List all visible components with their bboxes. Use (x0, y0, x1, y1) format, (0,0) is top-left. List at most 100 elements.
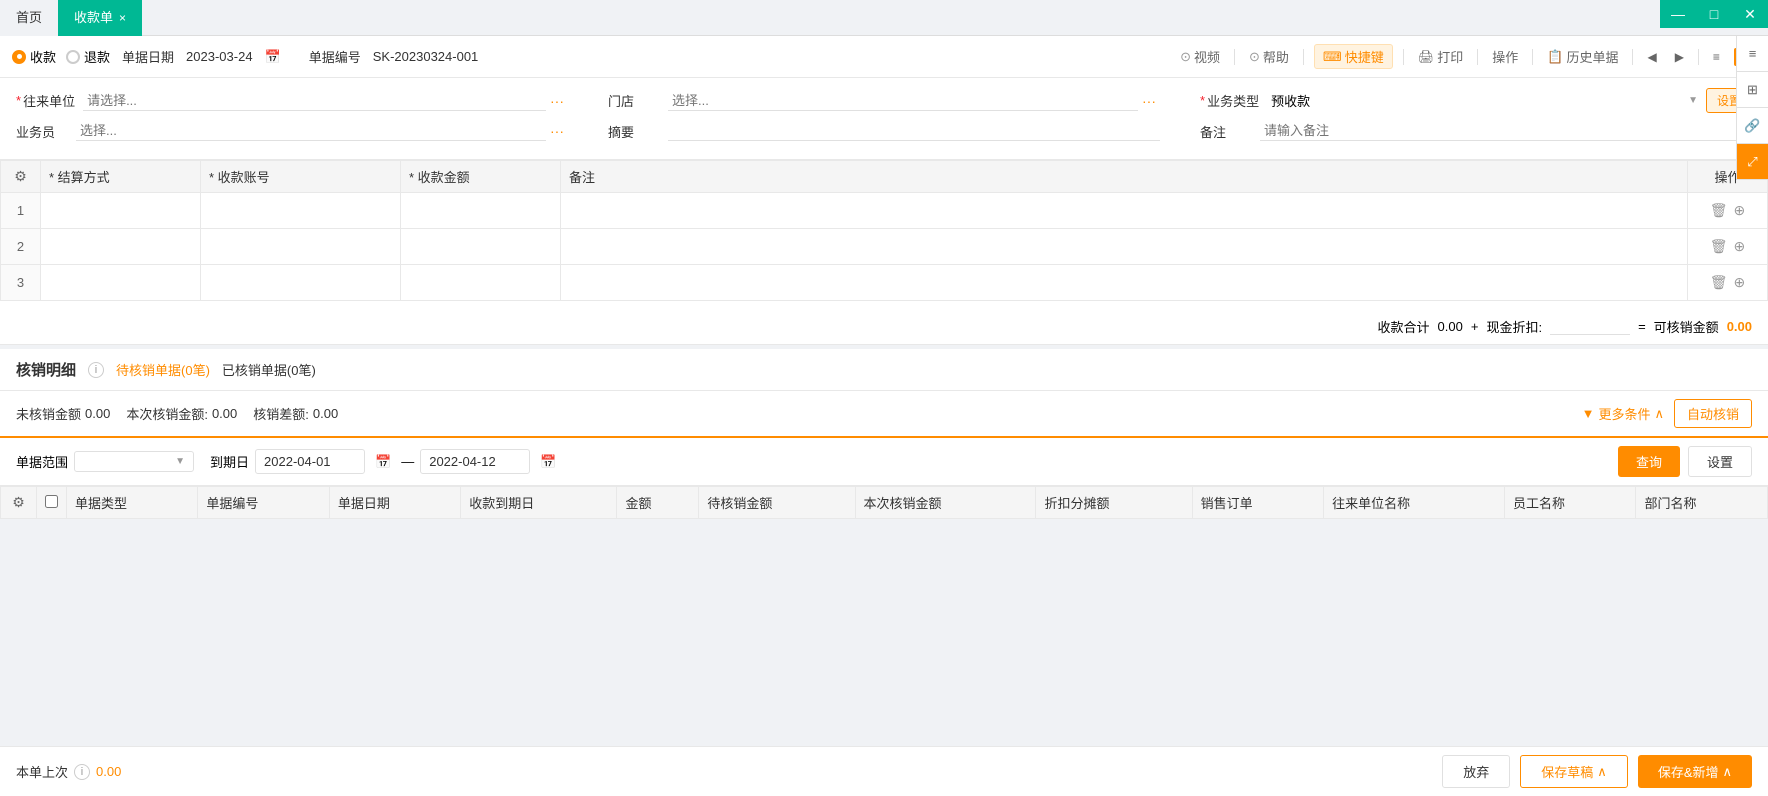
save-draft-button[interactable]: 保存草稿 ∧ (1520, 755, 1628, 788)
maximize-button[interactable]: □ (1696, 0, 1732, 28)
bottom-col-date: 单据日期 (329, 487, 460, 519)
radio-shoukuan[interactable]: 收款 (12, 47, 56, 66)
info-icon[interactable]: i (88, 362, 104, 378)
radio-tuikuan[interactable]: 退款 (66, 47, 110, 66)
done-tab[interactable]: 已核销单据(0笔) (222, 360, 316, 379)
summary-input[interactable] (668, 121, 1160, 141)
input-amount-1[interactable] (401, 193, 560, 228)
cell-settlement-2[interactable] (41, 229, 201, 265)
range-select[interactable]: ▼ (74, 451, 194, 472)
divider6 (1632, 49, 1633, 65)
pending-tab[interactable]: 待核销单据(0笔) (116, 360, 210, 379)
table-settings-header[interactable]: ⚙ (1, 161, 41, 193)
tab-home[interactable]: 首页 (0, 0, 58, 36)
biz-type-dropdown-icon[interactable]: ▼ (1688, 95, 1698, 106)
print-btn[interactable]: 🖨 打印 (1414, 45, 1468, 68)
input-note-1[interactable] (561, 193, 1687, 228)
calendar-from-icon[interactable]: 📅 (375, 454, 391, 470)
query-button[interactable]: 查询 (1618, 446, 1680, 477)
store-ellipsis[interactable]: ··· (1138, 93, 1160, 109)
delete-icon-2[interactable]: 🗑 (1710, 238, 1728, 255)
cell-note-3[interactable] (561, 265, 1688, 301)
salesperson-ellipsis[interactable]: ··· (546, 123, 568, 139)
save-new-dropdown-icon[interactable]: ∧ (1722, 764, 1732, 780)
input-note-3[interactable] (561, 265, 1687, 300)
partner-ellipsis[interactable]: ··· (546, 93, 568, 109)
cell-amount-2[interactable] (401, 229, 561, 265)
date-range-separator: — (401, 454, 414, 469)
cell-account-2[interactable] (201, 229, 401, 265)
save-new-button[interactable]: 保存&新增 ∧ (1638, 755, 1752, 788)
cell-amount-3[interactable] (401, 265, 561, 301)
info-icon-footer[interactable]: i (74, 764, 90, 780)
bottom-col-due-date: 收款到期日 (461, 487, 617, 519)
sidebar-icon-4[interactable]: ⤢ (1736, 144, 1768, 180)
data-table: ⚙ * 结算方式 * 收款账号 * 收款金额 备注 操作 (0, 160, 1768, 301)
due-from-input[interactable] (255, 449, 365, 474)
cell-note-2[interactable] (561, 229, 1688, 265)
store-label: 门店 (608, 91, 668, 110)
input-settlement-1[interactable] (41, 193, 200, 228)
cell-settlement-1[interactable] (41, 193, 201, 229)
date-label: 单据日期 (122, 47, 174, 66)
input-note-2[interactable] (561, 229, 1687, 264)
close-button[interactable]: ✕ (1732, 0, 1768, 28)
help-btn[interactable]: ⊙ 帮助 (1245, 45, 1293, 68)
input-amount-2[interactable] (401, 229, 560, 264)
cell-account-1[interactable] (201, 193, 401, 229)
salesperson-input[interactable] (76, 121, 546, 141)
form-area: * 往来单位 ··· 门店 ··· * 业务类型 预收款 ▼ 设置 业务员 ··… (0, 78, 1768, 160)
col-amount: * 收款金额 (401, 161, 561, 193)
cell-amount-1[interactable] (401, 193, 561, 229)
operation-btn[interactable]: 操作 (1488, 45, 1522, 68)
tab-active[interactable]: 收款单 × (58, 0, 142, 36)
input-account-2[interactable] (201, 229, 400, 264)
store-input[interactable] (668, 91, 1138, 111)
sidebar-icon-3[interactable]: 🔗 (1736, 108, 1768, 144)
video-btn[interactable]: ⊙ 视频 (1176, 45, 1224, 68)
history-btn[interactable]: 📋 历史单据 (1543, 45, 1622, 68)
delete-icon-1[interactable]: 🗑 (1710, 202, 1728, 219)
col-settlement: * 结算方式 (41, 161, 201, 193)
partner-label: 往来单位 (23, 91, 83, 110)
partner-input[interactable] (83, 91, 546, 111)
list-view-btn[interactable]: ≡ (1709, 48, 1724, 66)
verification-header: 核销明细 i 待核销单据(0笔) 已核销单据(0笔) (0, 349, 1768, 391)
shortcut-btn[interactable]: ⌨ 快捷键 (1314, 44, 1393, 69)
more-conditions-btn[interactable]: ▼ 更多条件 ∧ (1582, 404, 1664, 423)
calendar-to-icon[interactable]: 📅 (540, 454, 556, 470)
cell-settlement-3[interactable] (41, 265, 201, 301)
discount-input[interactable] (1550, 319, 1630, 335)
sidebar-icon-2[interactable]: ⊞ (1736, 72, 1768, 108)
row-num-3: 3 (1, 265, 41, 301)
input-amount-3[interactable] (401, 265, 560, 300)
due-to-input[interactable] (420, 449, 530, 474)
verification-title: 核销明细 (16, 359, 76, 380)
bottom-col-settings[interactable]: ⚙ (1, 487, 37, 519)
bottom-col-checkbox[interactable] (37, 487, 67, 519)
minimize-button[interactable]: — (1660, 0, 1696, 28)
col-account: * 收款账号 (201, 161, 401, 193)
number-label: 单据编号 (309, 47, 361, 66)
summary-row: 收款合计 0.00 + 现金折扣: = 可核销金额 0.00 (0, 309, 1768, 345)
search-buttons: 查询 设置 (1618, 446, 1752, 477)
unverified-value: 0.00 (85, 406, 110, 421)
input-settlement-2[interactable] (41, 229, 200, 264)
abandon-button[interactable]: 放弃 (1442, 755, 1510, 788)
input-settlement-3[interactable] (41, 265, 200, 300)
select-all-checkbox[interactable] (45, 495, 58, 508)
save-draft-dropdown-icon[interactable]: ∧ (1597, 764, 1607, 780)
note-input[interactable] (1260, 121, 1752, 141)
delete-icon-3[interactable]: 🗑 (1710, 274, 1728, 291)
calendar-icon[interactable]: 📅 (265, 49, 281, 65)
next-btn[interactable]: ▶ (1671, 48, 1688, 66)
input-account-3[interactable] (201, 265, 400, 300)
cell-note-1[interactable] (561, 193, 1688, 229)
prev-btn[interactable]: ◀ (1643, 48, 1660, 66)
bottom-col-number: 单据编号 (198, 487, 329, 519)
cell-account-3[interactable] (201, 265, 401, 301)
col-note: 备注 (561, 161, 1688, 193)
tab-close-icon[interactable]: × (119, 0, 126, 36)
sidebar-icon-1[interactable]: ≡ (1736, 36, 1768, 72)
input-account-1[interactable] (201, 193, 400, 228)
